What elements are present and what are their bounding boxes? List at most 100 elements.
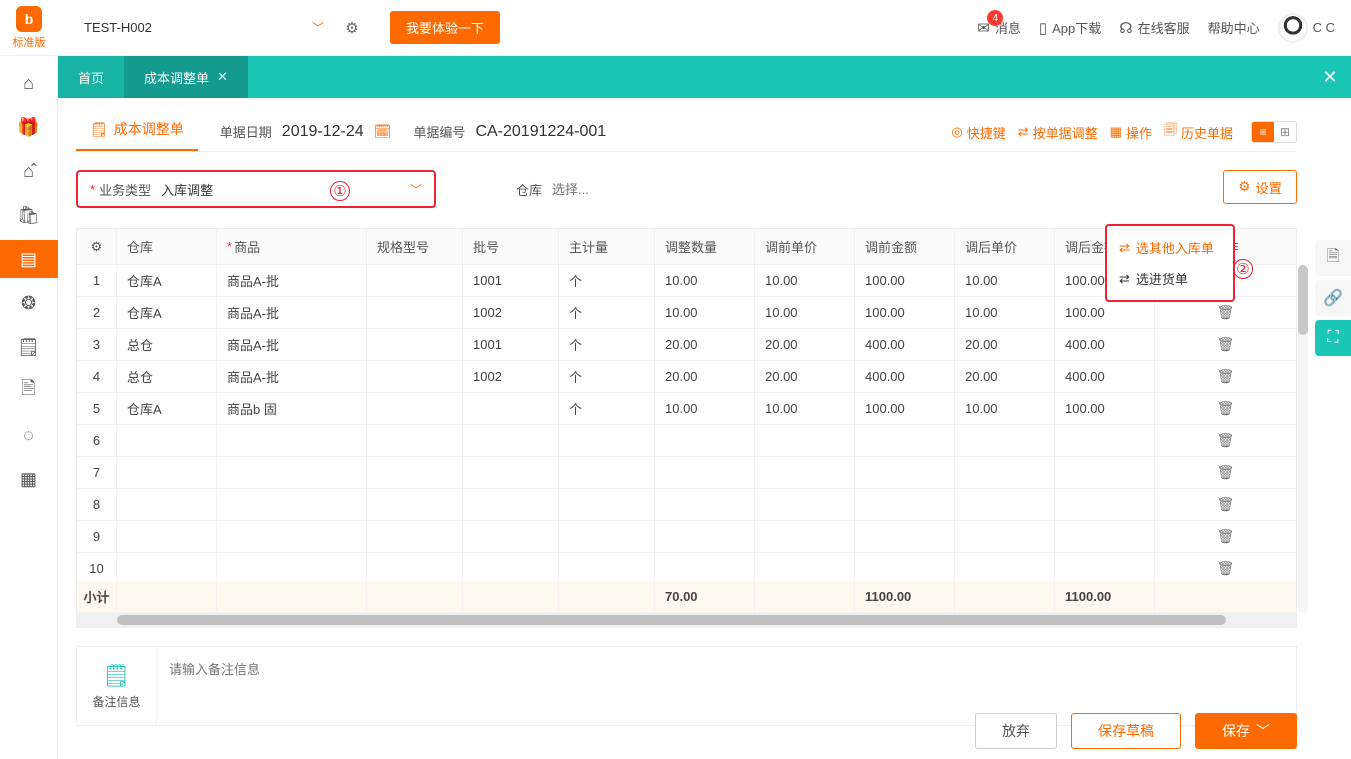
table-row[interactable]: 8🗑 [77, 489, 1296, 521]
nav-gift[interactable]: 🎁 [0, 108, 58, 146]
shortcut-link[interactable]: ◎快捷键 [951, 123, 1005, 142]
ops-link[interactable]: ▦ 操作 [1110, 123, 1152, 142]
business-type-select[interactable]: * 业务类型 入库调整 ﹀ ① [76, 170, 436, 208]
ops-label: 操作 [1126, 123, 1152, 142]
nav-bag[interactable]: 🛍 [0, 196, 58, 234]
cell-prod: 商品A-批 [217, 297, 367, 328]
tab-home[interactable]: 首页 [58, 56, 124, 98]
warehouse-input[interactable] [552, 182, 712, 197]
gear-icon[interactable]: ⚙ [340, 19, 364, 37]
trash-icon[interactable]: 🗑 [1217, 528, 1235, 545]
sidetab-link-icon[interactable]: 🔗 [1315, 280, 1351, 316]
nav-more[interactable]: ◌ [0, 416, 58, 454]
calendar-icon[interactable]: 🗓 [374, 123, 392, 140]
row-index: 7 [77, 457, 117, 488]
tab-cost-adjust[interactable]: 成本调整单 ✕ [124, 56, 248, 98]
nav-report[interactable]: 🗒 [0, 328, 58, 366]
cell-preamt [855, 425, 955, 456]
trash-icon[interactable]: 🗑 [1217, 432, 1235, 449]
table-row[interactable]: 3总仓商品A-批1001个20.0020.00400.0020.00400.00… [77, 329, 1296, 361]
nav-store[interactable]: ⌂̂ [0, 152, 58, 190]
support-link[interactable]: ☊ 在线客服 [1119, 18, 1189, 37]
close-icon[interactable]: ✕ [217, 69, 228, 85]
cell-preamt [855, 457, 955, 488]
cell-spec [367, 393, 463, 424]
cell-prod: 商品b 固 [217, 393, 367, 424]
save-button[interactable]: 保存 ﹀ [1195, 713, 1297, 749]
help-link[interactable]: 帮助中心 [1208, 18, 1260, 37]
view-grid-icon[interactable]: ⊞ [1274, 122, 1296, 142]
doc-title-tab[interactable]: 🗒 成本调整单 [76, 119, 198, 151]
subtotal-qty: 70.00 [655, 581, 755, 612]
chevron-down-icon: ﹀ [312, 19, 324, 36]
trash-icon[interactable]: 🗑 [1217, 560, 1235, 577]
cell-postamt: 100.00 [1055, 393, 1155, 424]
cell-prod [217, 489, 367, 520]
th-config[interactable]: ⚙ [77, 229, 117, 264]
cell-postprice: 10.00 [955, 265, 1055, 296]
cell-preprice: 10.00 [755, 297, 855, 328]
cell-wh [117, 553, 217, 581]
trash-icon[interactable]: 🗑 [1217, 400, 1235, 417]
by-doc-adjust-link[interactable]: ⇄按单据调整 [1018, 123, 1098, 142]
support-label: 在线客服 [1138, 18, 1190, 37]
th-warehouse: 仓库 [117, 229, 217, 264]
nav-money[interactable]: ❂ [0, 284, 58, 322]
gear-icon: ⚙ [91, 239, 103, 255]
trash-icon[interactable]: 🗑 [1217, 336, 1235, 353]
sidetab-note-icon[interactable]: 🗎 [1315, 240, 1351, 276]
cell-unit [559, 521, 655, 552]
nav-warehouse[interactable]: ▤ [0, 240, 58, 278]
scrollbar-thumb[interactable] [1298, 265, 1308, 335]
table-row[interactable]: 7🗑 [77, 457, 1296, 489]
table-row[interactable]: 4总仓商品A-批1002个20.0020.00400.0020.00400.00… [77, 361, 1296, 393]
settings-button[interactable]: ⚙ 设置 [1223, 170, 1297, 204]
messages-link[interactable]: ✉ 消息 4 [977, 18, 1021, 37]
cell-prod: 商品A-批 [217, 329, 367, 360]
app-download-link[interactable]: ▯ App下载 [1039, 18, 1101, 37]
close-all-tabs[interactable]: ✕ [1309, 56, 1351, 98]
table-row[interactable]: 10🗑 [77, 553, 1296, 581]
scrollbar-thumb[interactable] [117, 615, 1226, 625]
phone-icon: ▯ [1039, 19, 1047, 37]
gear-icon: ⚙ [1238, 179, 1250, 195]
trash-icon[interactable]: 🗑 [1217, 304, 1235, 321]
nav-home[interactable]: ⌂ [0, 64, 58, 102]
grid-icon: ▦ [1110, 124, 1122, 140]
cell-wh [117, 489, 217, 520]
cell-qty [655, 425, 755, 456]
doc-number: 单据编号 CA-20191224-001 [413, 122, 606, 151]
headset-icon: ☊ [1119, 19, 1132, 37]
filter-row: * 业务类型 入库调整 ﹀ ① 仓库 ⚙ 设置 [76, 170, 1297, 208]
dropdown-opt-purchase[interactable]: ⇄选进货单 [1107, 263, 1233, 294]
nav-new[interactable]: ▦ [0, 460, 58, 498]
cell-qty: 10.00 [655, 393, 755, 424]
doc-actions: ◎快捷键 ⇄按单据调整 ▦ 操作 🗐历史单据 ≡ ⊞ [951, 121, 1297, 151]
table-row[interactable]: 9🗑 [77, 521, 1296, 553]
cell-unit: 个 [559, 329, 655, 360]
table-row[interactable]: 5仓库A商品b 固个10.0010.00100.0010.00100.00🗑 [77, 393, 1296, 425]
table-row[interactable]: 6🗑 [77, 425, 1296, 457]
view-list-icon[interactable]: ≡ [1252, 122, 1274, 142]
trash-icon[interactable]: 🗑 [1217, 368, 1235, 385]
save-draft-button[interactable]: 保存草稿 [1071, 713, 1181, 749]
discard-button[interactable]: 放弃 [975, 713, 1057, 749]
cell-wh [117, 425, 217, 456]
nav-contact[interactable]: 🖹 [0, 372, 58, 410]
doc-number-label: 单据编号 [413, 122, 465, 141]
dropdown-opt-other-in[interactable]: ⇄选其他入库单 [1107, 232, 1233, 263]
doc-date: 单据日期 2019-12-24 🗓 [220, 122, 392, 151]
history-link[interactable]: 🗐历史单据 [1164, 121, 1233, 143]
trial-button[interactable]: 我要体验一下 [390, 11, 500, 44]
vertical-scrollbar[interactable] [1298, 265, 1308, 613]
cell-op: 🗑 [1155, 489, 1296, 520]
user-menu[interactable]: C C [1278, 13, 1335, 43]
company-select[interactable]: TEST-H002 ﹀ [74, 11, 334, 45]
horizontal-scrollbar[interactable] [77, 613, 1296, 627]
trash-icon[interactable]: 🗑 [1217, 496, 1235, 513]
sidetab-expand-icon[interactable]: ⛶ [1315, 320, 1351, 356]
cell-batch [463, 425, 559, 456]
warehouse-field: 仓库 [516, 180, 712, 199]
cell-qty: 10.00 [655, 297, 755, 328]
trash-icon[interactable]: 🗑 [1217, 464, 1235, 481]
